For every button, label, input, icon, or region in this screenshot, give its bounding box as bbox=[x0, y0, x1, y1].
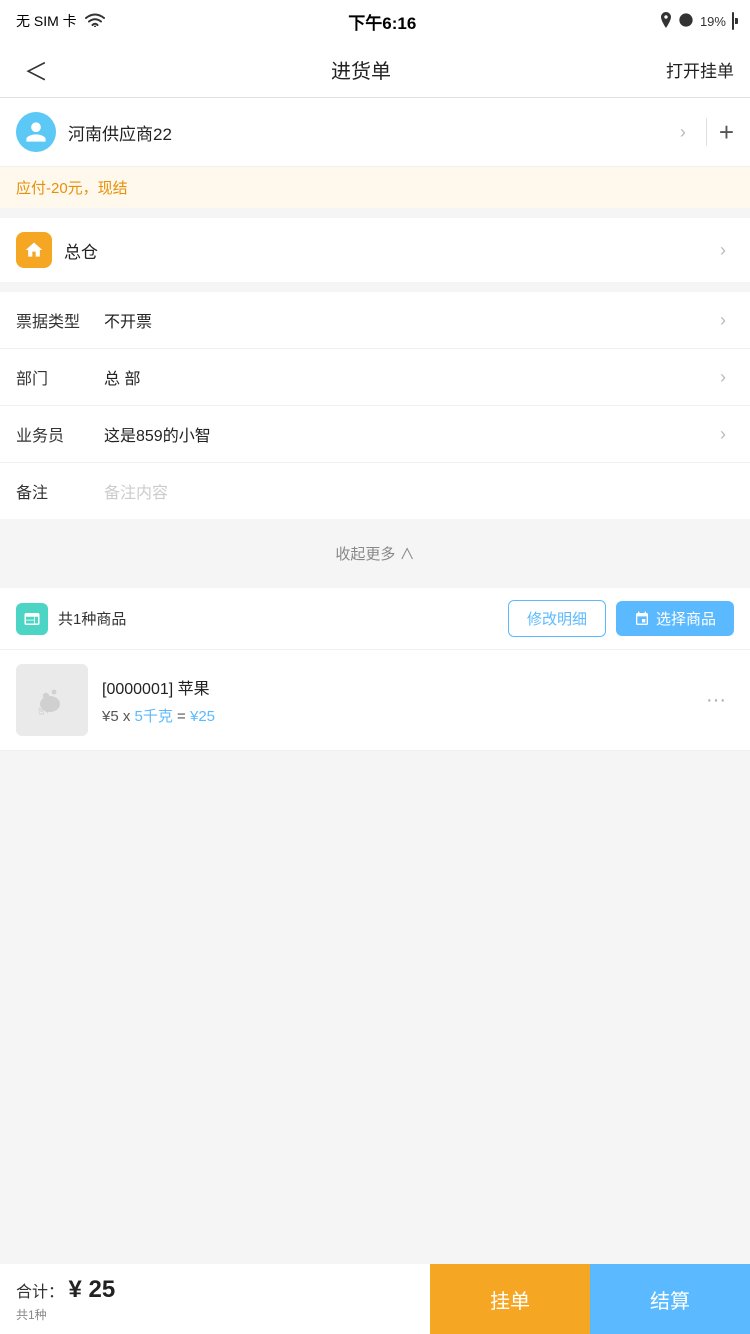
supplier-notice: 应付-20元，现结 bbox=[0, 167, 750, 208]
product-thumbnail: 智+ bbox=[16, 664, 88, 736]
sales-chevron-icon: › bbox=[720, 424, 726, 445]
invoice-row[interactable]: 票据类型 不开票 › bbox=[0, 292, 750, 349]
equals-sign: = bbox=[177, 708, 190, 725]
warehouse-row[interactable]: 总仓 › bbox=[0, 218, 750, 282]
edit-detail-button[interactable]: 修改明细 bbox=[508, 600, 606, 637]
invoice-value: 不开票 bbox=[96, 308, 720, 332]
product-name: [0000001] 苹果 bbox=[102, 675, 698, 699]
nav-bar: ＜ 进货单 打开挂单 bbox=[0, 42, 750, 98]
select-product-button[interactable]: 选择商品 bbox=[616, 601, 734, 636]
remark-input[interactable]: 备注内容 bbox=[96, 479, 734, 503]
product-info: [0000001] 苹果 ¥5 x 5千克 = ¥25 bbox=[102, 675, 698, 726]
status-bar: 无 SIM 卡 下午6:16 19% bbox=[0, 0, 750, 42]
product-item: 智+ [0000001] 苹果 ¥5 x 5千克 = ¥25 ··· bbox=[0, 650, 750, 751]
separator bbox=[0, 208, 750, 218]
warehouse-card: 总仓 › bbox=[0, 218, 750, 282]
bottom-bar: 合计： ¥ 25 共1种 挂单 结算 bbox=[0, 1264, 750, 1334]
total-section: 合计： ¥ 25 共1种 bbox=[0, 1276, 430, 1323]
invoice-label: 票据类型 bbox=[16, 308, 96, 332]
add-button[interactable]: + bbox=[719, 117, 734, 148]
settle-button[interactable]: 结算 bbox=[590, 1264, 750, 1334]
open-pending-button[interactable]: 打开挂单 bbox=[666, 57, 734, 82]
supplier-card: 河南供应商22 › + 应付-20元，现结 bbox=[0, 98, 750, 208]
dept-row[interactable]: 部门 总 部 › bbox=[0, 349, 750, 406]
dept-chevron-icon: › bbox=[720, 367, 726, 388]
cart-icon bbox=[634, 611, 650, 627]
sales-value: 这是859的小智 bbox=[96, 422, 720, 446]
wifi-icon bbox=[85, 13, 105, 30]
product-title: 苹果 bbox=[178, 681, 210, 698]
product-code: [0000001] bbox=[102, 681, 173, 698]
svg-text:智+: 智+ bbox=[38, 707, 49, 716]
product-total: ¥25 bbox=[190, 708, 215, 725]
dept-label: 部门 bbox=[16, 365, 96, 389]
product-price-row: ¥5 x 5千克 = ¥25 bbox=[102, 705, 698, 726]
product-thumb-icon: 智+ bbox=[32, 680, 72, 720]
supplier-row[interactable]: 河南供应商22 › + bbox=[0, 98, 750, 167]
supplier-chevron-icon: › bbox=[680, 122, 686, 143]
divider bbox=[706, 118, 707, 146]
sales-label: 业务员 bbox=[16, 422, 96, 446]
select-product-label: 选择商品 bbox=[656, 608, 716, 629]
status-left: 无 SIM 卡 bbox=[16, 11, 105, 31]
sales-row[interactable]: 业务员 这是859的小智 › bbox=[0, 406, 750, 463]
total-row: 合计： ¥ 25 bbox=[16, 1276, 414, 1304]
remark-row[interactable]: 备注 备注内容 bbox=[0, 463, 750, 519]
collapse-button[interactable]: 收起更多 ∧ bbox=[0, 529, 750, 578]
battery-percent: 19% bbox=[700, 14, 726, 29]
supplier-name: 河南供应商22 bbox=[68, 120, 680, 145]
warehouse-name: 总仓 bbox=[64, 238, 720, 263]
nav-title: 进货单 bbox=[331, 55, 391, 84]
remark-label: 备注 bbox=[16, 479, 96, 503]
products-header: 共1种商品 修改明细 选择商品 bbox=[0, 588, 750, 650]
warehouse-icon bbox=[16, 232, 52, 268]
price-unit: ¥5 bbox=[102, 708, 119, 725]
location-icon bbox=[660, 12, 672, 31]
alarm-icon bbox=[678, 12, 694, 31]
total-amount: ¥ 25 bbox=[68, 1276, 115, 1303]
main-content: 河南供应商22 › + 应付-20元，现结 总仓 › 票据类型 不开票 › 部门 bbox=[0, 98, 750, 841]
status-time: 下午6:16 bbox=[348, 9, 416, 34]
more-options-button[interactable]: ··· bbox=[698, 685, 734, 716]
dept-value: 总 部 bbox=[96, 365, 720, 389]
carrier-text: 无 SIM 卡 bbox=[16, 11, 77, 31]
warehouse-chevron-icon: › bbox=[720, 240, 726, 261]
status-right: 19% bbox=[660, 12, 734, 31]
form-card: 票据类型 不开票 › 部门 总 部 › 业务员 这是859的小智 › 备注 备注… bbox=[0, 292, 750, 519]
total-label: 合计： bbox=[16, 1284, 64, 1301]
invoice-chevron-icon: › bbox=[720, 310, 726, 331]
products-card: 共1种商品 修改明细 选择商品 智+ [000000 bbox=[0, 588, 750, 751]
product-qty: 5千克 bbox=[135, 708, 173, 725]
total-count: 共1种 bbox=[16, 1306, 414, 1323]
products-count: 共1种商品 bbox=[58, 608, 508, 629]
products-icon bbox=[16, 603, 48, 635]
back-button[interactable]: ＜ bbox=[16, 44, 56, 95]
suspend-button[interactable]: 挂单 bbox=[430, 1264, 590, 1334]
bottom-spacer bbox=[0, 761, 750, 841]
supplier-avatar bbox=[16, 112, 56, 152]
multiply-sign: x bbox=[123, 708, 135, 725]
battery-icon bbox=[732, 13, 734, 29]
